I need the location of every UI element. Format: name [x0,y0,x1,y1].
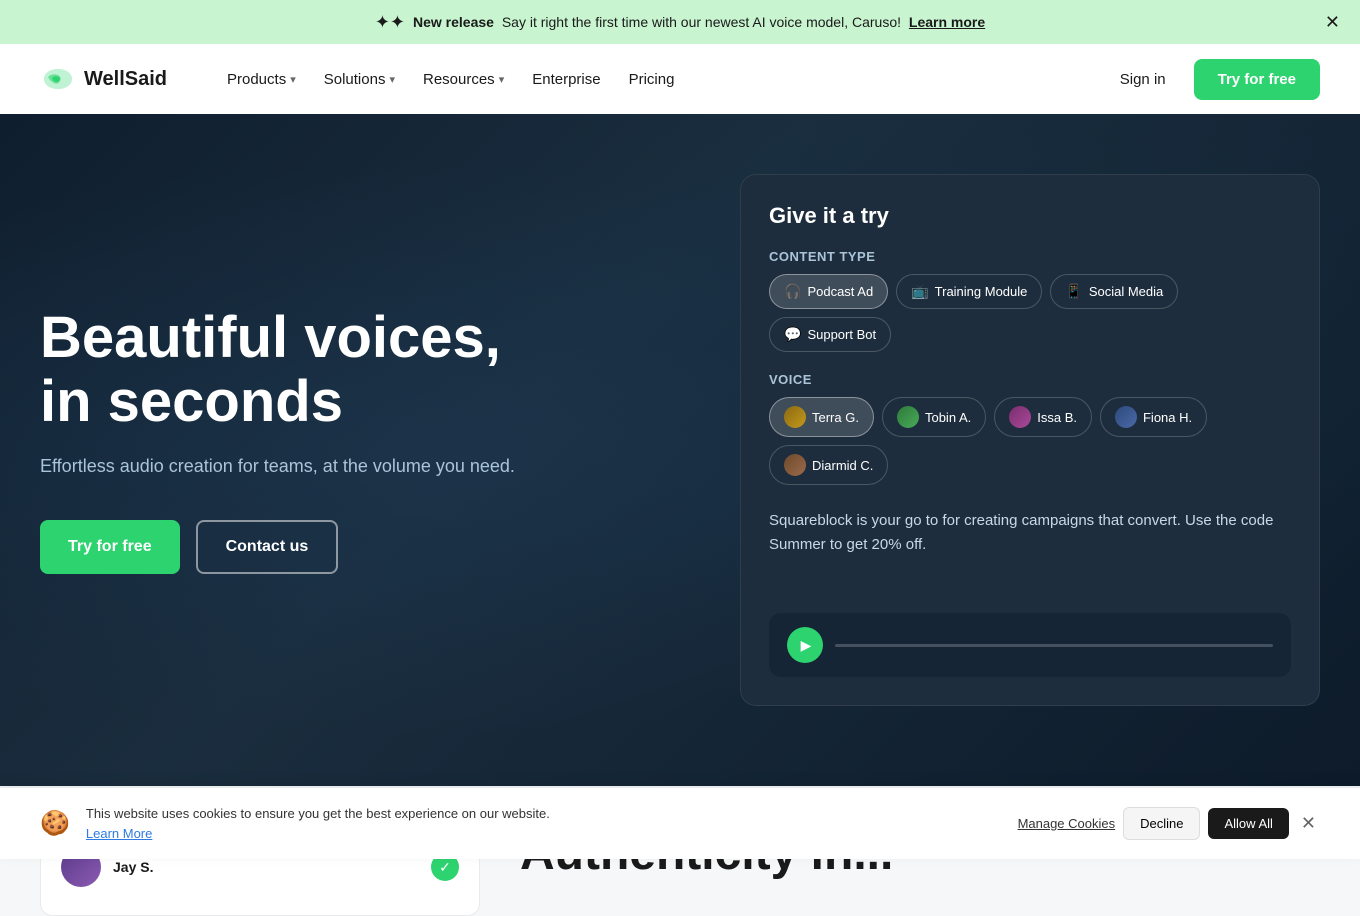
wellsaid-logo-icon [40,67,76,91]
content-tab-podcast[interactable]: 🎧 Podcast Ad [769,274,888,309]
banner-close-button[interactable]: ✕ [1325,13,1340,31]
banner-learn-more-link[interactable]: Learn more [909,14,985,30]
logo[interactable]: WellSaid [40,67,167,91]
podcast-icon: 🎧 [784,283,801,300]
cookie-learn-more-link[interactable]: Learn More [86,826,152,841]
nav-pricing-label: Pricing [629,71,675,88]
testimonial-info-1: Jay S. [113,859,153,875]
nav-right: Sign in Try for free [1108,59,1320,100]
training-icon: 📺 [911,283,928,300]
content-tab-support[interactable]: 💬 Support Bot [769,317,891,352]
nav-resources-label: Resources [423,71,495,88]
content-type-label: Content type [769,249,1291,264]
diarmid-avatar [784,454,806,476]
banner-description: Say it right the first time with our new… [502,14,901,30]
nav-solutions[interactable]: Solutions ▾ [312,63,407,96]
nav-resources-chevron: ▾ [499,73,505,86]
audio-player: ▶ [769,613,1291,677]
nav-resources[interactable]: Resources ▾ [411,63,516,96]
cookie-icon: 🍪 [40,809,70,838]
nav-pricing[interactable]: Pricing [617,63,687,96]
logo-text: WellSaid [84,68,167,91]
decline-button[interactable]: Decline [1123,807,1200,840]
manage-cookies-button[interactable]: Manage Cookies [1018,816,1116,831]
hero-section: Beautiful voices, in seconds Effortless … [0,114,1360,786]
nav-products-chevron: ▾ [290,73,296,86]
hero-buttons: Try for free Contact us [40,520,540,574]
content-type-tabs: 🎧 Podcast Ad 📺 Training Module 📱 Social … [769,274,1291,352]
training-tab-label: Training Module [935,284,1028,299]
hero-try-free-button[interactable]: Try for free [40,520,180,574]
voice-tab-fiona[interactable]: Fiona H. [1100,397,1207,437]
cookie-text: This website uses cookies to ensure you … [86,804,1002,843]
cookie-banner: 🍪 This website uses cookies to ensure yo… [0,787,1360,859]
voice-tabs: Terra G. Tobin A. Issa B. Fiona H. Diarm… [769,397,1291,485]
demo-card: Give it a try Content type 🎧 Podcast Ad … [740,174,1320,706]
announcement-banner: ✦✦ New release Say it right the first ti… [0,0,1360,44]
cookie-actions: Manage Cookies Decline Allow All ✕ [1018,807,1320,840]
hero-left: Beautiful voices, in seconds Effortless … [40,306,540,575]
content-tab-training[interactable]: 📺 Training Module [896,274,1042,309]
navbar: WellSaid Products ▾ Solutions ▾ Resource… [0,44,1360,114]
voice-label: Voice [769,372,1291,387]
voice-tab-diarmid[interactable]: Diarmid C. [769,445,888,485]
play-button[interactable]: ▶ [787,627,823,663]
badge-check-icon: ✓ [439,859,451,876]
hero-title-line1: Beautiful voices, [40,305,501,370]
fiona-label: Fiona H. [1143,410,1192,425]
hero-right: Give it a try Content type 🎧 Podcast Ad … [540,174,1320,706]
nav-solutions-chevron: ▾ [389,73,395,86]
audio-progress-bar[interactable] [835,644,1273,647]
diarmid-label: Diarmid C. [812,458,873,473]
demo-text: Squareblock is your go to for creating c… [769,509,1291,589]
sign-in-button[interactable]: Sign in [1108,63,1178,96]
nav-solutions-label: Solutions [324,71,386,88]
nav-try-free-button[interactable]: Try for free [1194,59,1320,100]
hero-subtitle: Effortless audio creation for teams, at … [40,453,540,480]
play-icon: ▶ [801,637,812,654]
social-tab-label: Social Media [1089,284,1163,299]
cookie-description: This website uses cookies to ensure you … [86,806,550,821]
voice-tab-tobin[interactable]: Tobin A. [882,397,986,437]
nav-links: Products ▾ Solutions ▾ Resources ▾ Enter… [215,63,1076,96]
sparkle-icon: ✦✦ [375,12,405,33]
hero-title: Beautiful voices, in seconds [40,306,540,434]
hero-contact-button[interactable]: Contact us [196,520,339,574]
social-icon: 📱 [1065,283,1082,300]
support-tab-label: Support Bot [807,327,876,342]
testimonial-name-1: Jay S. [113,859,153,875]
banner-text: New release Say it right the first time … [413,14,985,30]
issa-label: Issa B. [1037,410,1077,425]
allow-all-button[interactable]: Allow All [1208,808,1288,839]
content-tab-social[interactable]: 📱 Social Media [1050,274,1178,309]
fiona-avatar [1115,406,1137,428]
terra-label: Terra G. [812,410,859,425]
support-icon: 💬 [784,326,801,343]
tobin-label: Tobin A. [925,410,971,425]
terra-avatar [784,406,806,428]
podcast-tab-label: Podcast Ad [807,284,873,299]
nav-enterprise-label: Enterprise [532,71,600,88]
voice-tab-terra[interactable]: Terra G. [769,397,874,437]
voice-tab-issa[interactable]: Issa B. [994,397,1092,437]
issa-avatar [1009,406,1031,428]
nav-products-label: Products [227,71,286,88]
demo-card-title: Give it a try [769,203,1291,229]
nav-products[interactable]: Products ▾ [215,63,308,96]
hero-title-line2: in seconds [40,369,343,434]
new-release-label: New release [413,14,494,30]
tobin-avatar [897,406,919,428]
cookie-close-button[interactable]: ✕ [1297,809,1320,838]
nav-enterprise[interactable]: Enterprise [520,63,612,96]
